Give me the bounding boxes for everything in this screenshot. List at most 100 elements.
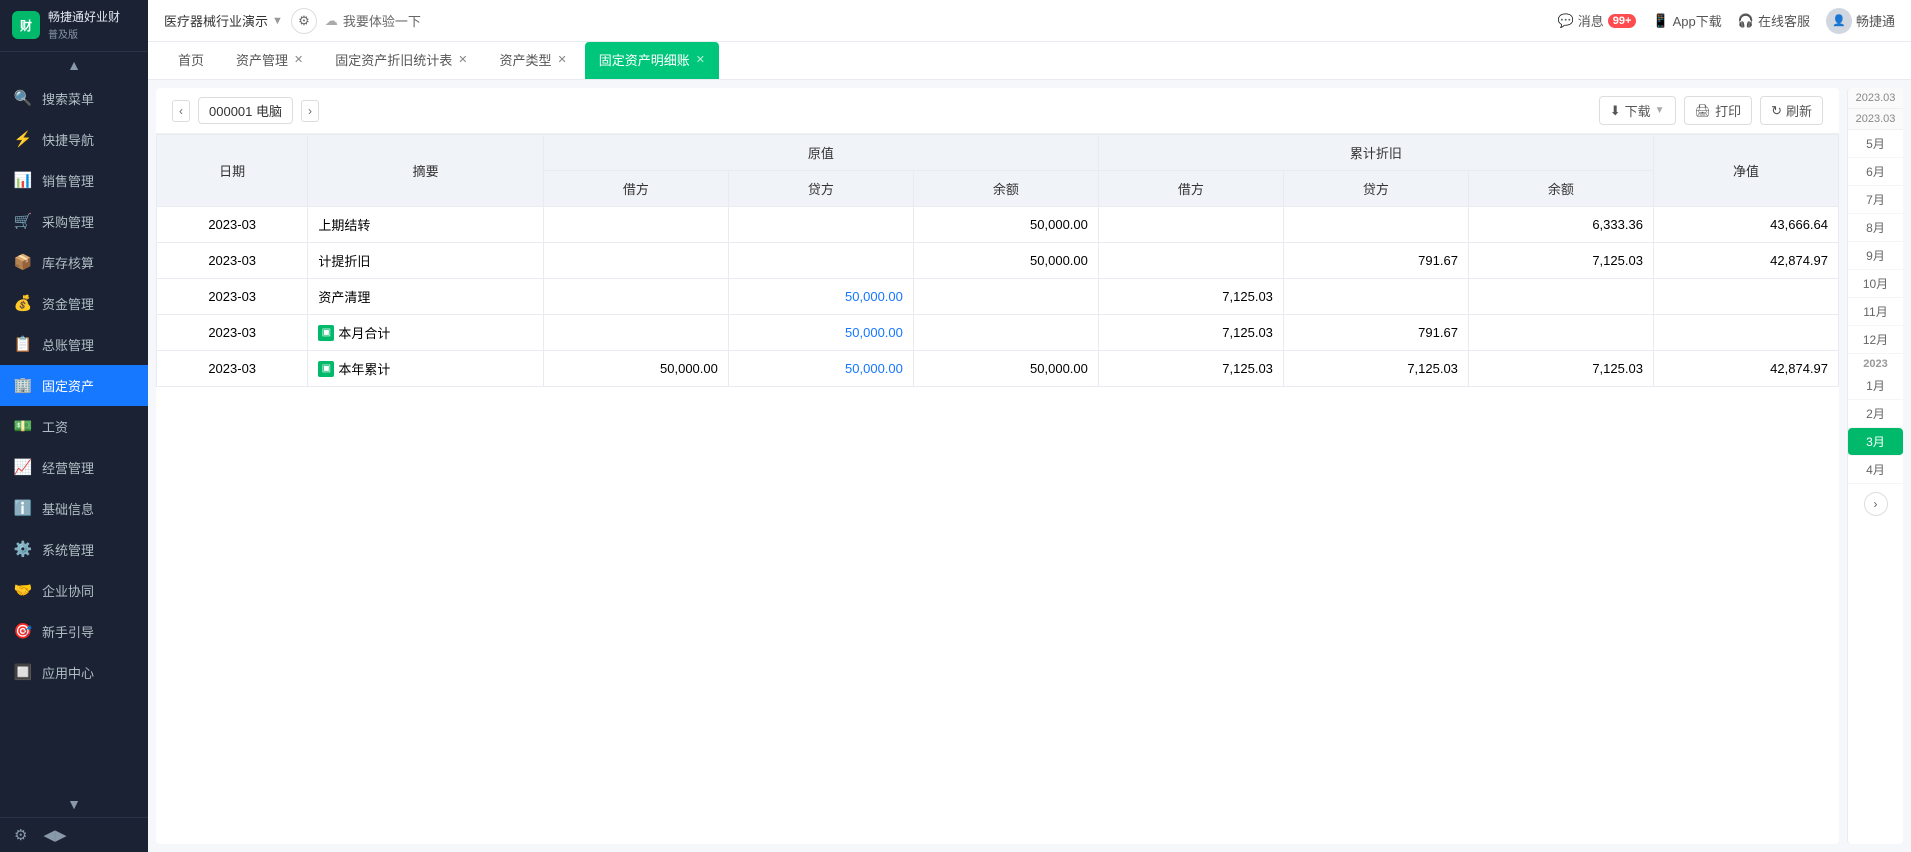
customer-service-btn[interactable]: 🎧 在线客服: [1738, 11, 1810, 30]
message-btn[interactable]: 💬 消息 99+: [1558, 11, 1637, 30]
date-panel-month-6[interactable]: 6月: [1848, 158, 1903, 186]
company-selector[interactable]: 医疗器械行业演示 ▼: [164, 11, 283, 30]
app-download-label: App下载: [1673, 11, 1722, 30]
sidebar-item-guide[interactable]: 🎯 新手引导: [0, 611, 148, 652]
tab-asset-detail[interactable]: 固定资产明细账 ✕: [585, 42, 719, 79]
tab-asset-mgmt[interactable]: 资产管理 ✕: [222, 42, 317, 79]
topbar-settings-btn[interactable]: ⚙: [291, 8, 317, 34]
date-panel-month-11[interactable]: 11月: [1848, 298, 1903, 326]
settings-footer-icon[interactable]: ⚙: [14, 826, 27, 844]
date-panel-month-8[interactable]: 8月: [1848, 214, 1903, 242]
avatar: 👤: [1826, 8, 1852, 34]
tab-asset-mgmt-close[interactable]: ✕: [294, 53, 303, 66]
cell-accum-balance: 7,125.03: [1468, 243, 1653, 279]
app-center-icon: 🔲: [14, 663, 32, 681]
sales-icon: 📊: [14, 171, 32, 189]
date-panel-month-9[interactable]: 9月: [1848, 242, 1903, 270]
download-btn[interactable]: ⬇ 下载 ▼: [1599, 96, 1676, 125]
cell-accum-debit: [1098, 243, 1283, 279]
topbar-right: 💬 消息 99+ 📱 App下载 🎧 在线客服 👤 畅捷通: [1558, 8, 1895, 34]
sidebar-item-operations[interactable]: 📈 经营管理: [0, 447, 148, 488]
sidebar-item-system[interactable]: ⚙️ 系统管理: [0, 529, 148, 570]
table-row: 2023-03 上期结转 50,000.00 6,333.36 43,666.6…: [157, 207, 1839, 243]
sidebar-item-inventory[interactable]: 📦 库存核算: [0, 242, 148, 283]
cell-accum-debit: 7,125.03: [1098, 351, 1283, 387]
date-panel-month-10[interactable]: 10月: [1848, 270, 1903, 298]
quick-nav-icon: ⚡: [14, 130, 32, 148]
th-accum-balance: 余额: [1468, 171, 1653, 207]
sidebar-scroll-up-btn[interactable]: ▲: [64, 55, 84, 75]
cell-orig-debit: [543, 279, 728, 315]
purchase-icon: 🛒: [14, 212, 32, 230]
cell-accum-credit: [1283, 207, 1468, 243]
tab-home[interactable]: 首页: [164, 42, 218, 79]
cell-accum-balance: [1468, 315, 1653, 351]
cell-date: 2023-03: [157, 207, 308, 243]
fixed-assets-icon: 🏢: [14, 376, 32, 394]
cell-summary: 资产清理: [308, 279, 543, 315]
download-label: 下载: [1625, 101, 1651, 120]
sidebar-logo: 财 畅捷通好业财 普及版: [0, 0, 148, 52]
cell-orig-debit: 50,000.00: [543, 351, 728, 387]
sidebar-item-label: 基础信息: [42, 499, 94, 518]
sidebar-item-label: 经营管理: [42, 458, 94, 477]
cell-summary: 上期结转: [308, 207, 543, 243]
sidebar-item-ledger[interactable]: 📋 总账管理: [0, 324, 148, 365]
cell-orig-credit: [728, 243, 913, 279]
tab-asset-type-label: 资产类型: [499, 50, 551, 69]
cell-net-value: 43,666.64: [1653, 207, 1838, 243]
sidebar-item-label: 资金管理: [42, 294, 94, 313]
sidebar-item-fixed-assets[interactable]: 🏢 固定资产: [0, 365, 148, 406]
date-panel-close-btn[interactable]: ›: [1864, 492, 1888, 516]
sidebar-item-sales[interactable]: 📊 销售管理: [0, 160, 148, 201]
sidebar-item-basic-info[interactable]: ℹ️ 基础信息: [0, 488, 148, 529]
tab-asset-detail-close[interactable]: ✕: [696, 53, 705, 66]
tab-depreciation-stats[interactable]: 固定资产折旧统计表 ✕: [321, 42, 481, 79]
message-badge: 99+: [1608, 14, 1637, 28]
print-btn[interactable]: 🖨 打印: [1684, 96, 1753, 125]
user-name: 畅捷通: [1856, 11, 1895, 30]
sidebar-scroll: 🔍 搜索菜单 ⚡ 快捷导航 📊 销售管理 🛒 采购管理 📦 库存核算 💰 资金管…: [0, 78, 148, 791]
tab-asset-type-close[interactable]: ✕: [558, 53, 567, 66]
tab-asset-detail-label: 固定资产明细账: [599, 50, 690, 69]
experience-btn[interactable]: ☁ 我要体验一下: [325, 11, 421, 30]
topbar-left: 医疗器械行业演示 ▼ ⚙ ☁ 我要体验一下: [164, 8, 421, 34]
date-panel-month-4[interactable]: 4月: [1848, 456, 1903, 484]
date-panel-month-12[interactable]: 12月: [1848, 326, 1903, 354]
date-panel-header1: 2023.03: [1848, 88, 1903, 109]
operations-icon: 📈: [14, 458, 32, 476]
sidebar-item-quick-nav[interactable]: ⚡ 快捷导航: [0, 119, 148, 160]
sidebar-item-finance[interactable]: 💰 资金管理: [0, 283, 148, 324]
app-download-btn[interactable]: 📱 App下载: [1652, 11, 1721, 30]
user-area[interactable]: 👤 畅捷通: [1826, 8, 1895, 34]
sidebar-item-payroll[interactable]: 💵 工资: [0, 406, 148, 447]
date-panel: 2023.03 2023.03 5月 6月 7月 8月 9月 10月 11月 1…: [1847, 88, 1903, 844]
topbar: 医疗器械行业演示 ▼ ⚙ ☁ 我要体验一下 💬 消息 99+ 📱 App下载 🎧…: [148, 0, 1911, 42]
tab-depreciation-stats-label: 固定资产折旧统计表: [335, 50, 452, 69]
date-panel-month-2[interactable]: 2月: [1848, 400, 1903, 428]
cell-accum-balance: 7,125.03: [1468, 351, 1653, 387]
collapse-sidebar-icon[interactable]: ◀▶: [43, 826, 66, 844]
prev-asset-btn[interactable]: ‹: [172, 100, 190, 122]
sidebar-item-label: 新手引导: [42, 622, 94, 641]
sidebar-item-purchase[interactable]: 🛒 采购管理: [0, 201, 148, 242]
next-asset-btn[interactable]: ›: [301, 100, 319, 122]
cell-accum-balance: 6,333.36: [1468, 207, 1653, 243]
inventory-icon: 📦: [14, 253, 32, 271]
th-accum-credit: 贷方: [1283, 171, 1468, 207]
sidebar-item-label: 固定资产: [42, 376, 94, 395]
cell-orig-debit: [543, 315, 728, 351]
sidebar-scroll-down-btn[interactable]: ▼: [64, 794, 84, 814]
date-panel-month-7[interactable]: 7月: [1848, 186, 1903, 214]
date-panel-month-3[interactable]: 3月: [1848, 428, 1903, 456]
logo-sub: 普及版: [48, 26, 120, 41]
sidebar-item-app-center[interactable]: 🔲 应用中心: [0, 652, 148, 693]
tab-asset-type[interactable]: 资产类型 ✕: [485, 42, 580, 79]
date-panel-month-5[interactable]: 5月: [1848, 130, 1903, 158]
sidebar-item-enterprise[interactable]: 🤝 企业协同: [0, 570, 148, 611]
sidebar-item-search[interactable]: 🔍 搜索菜单: [0, 78, 148, 119]
cell-summary: 计提折旧: [308, 243, 543, 279]
date-panel-month-1[interactable]: 1月: [1848, 372, 1903, 400]
tab-depreciation-stats-close[interactable]: ✕: [458, 53, 467, 66]
refresh-btn[interactable]: ↻ 刷新: [1760, 96, 1823, 125]
